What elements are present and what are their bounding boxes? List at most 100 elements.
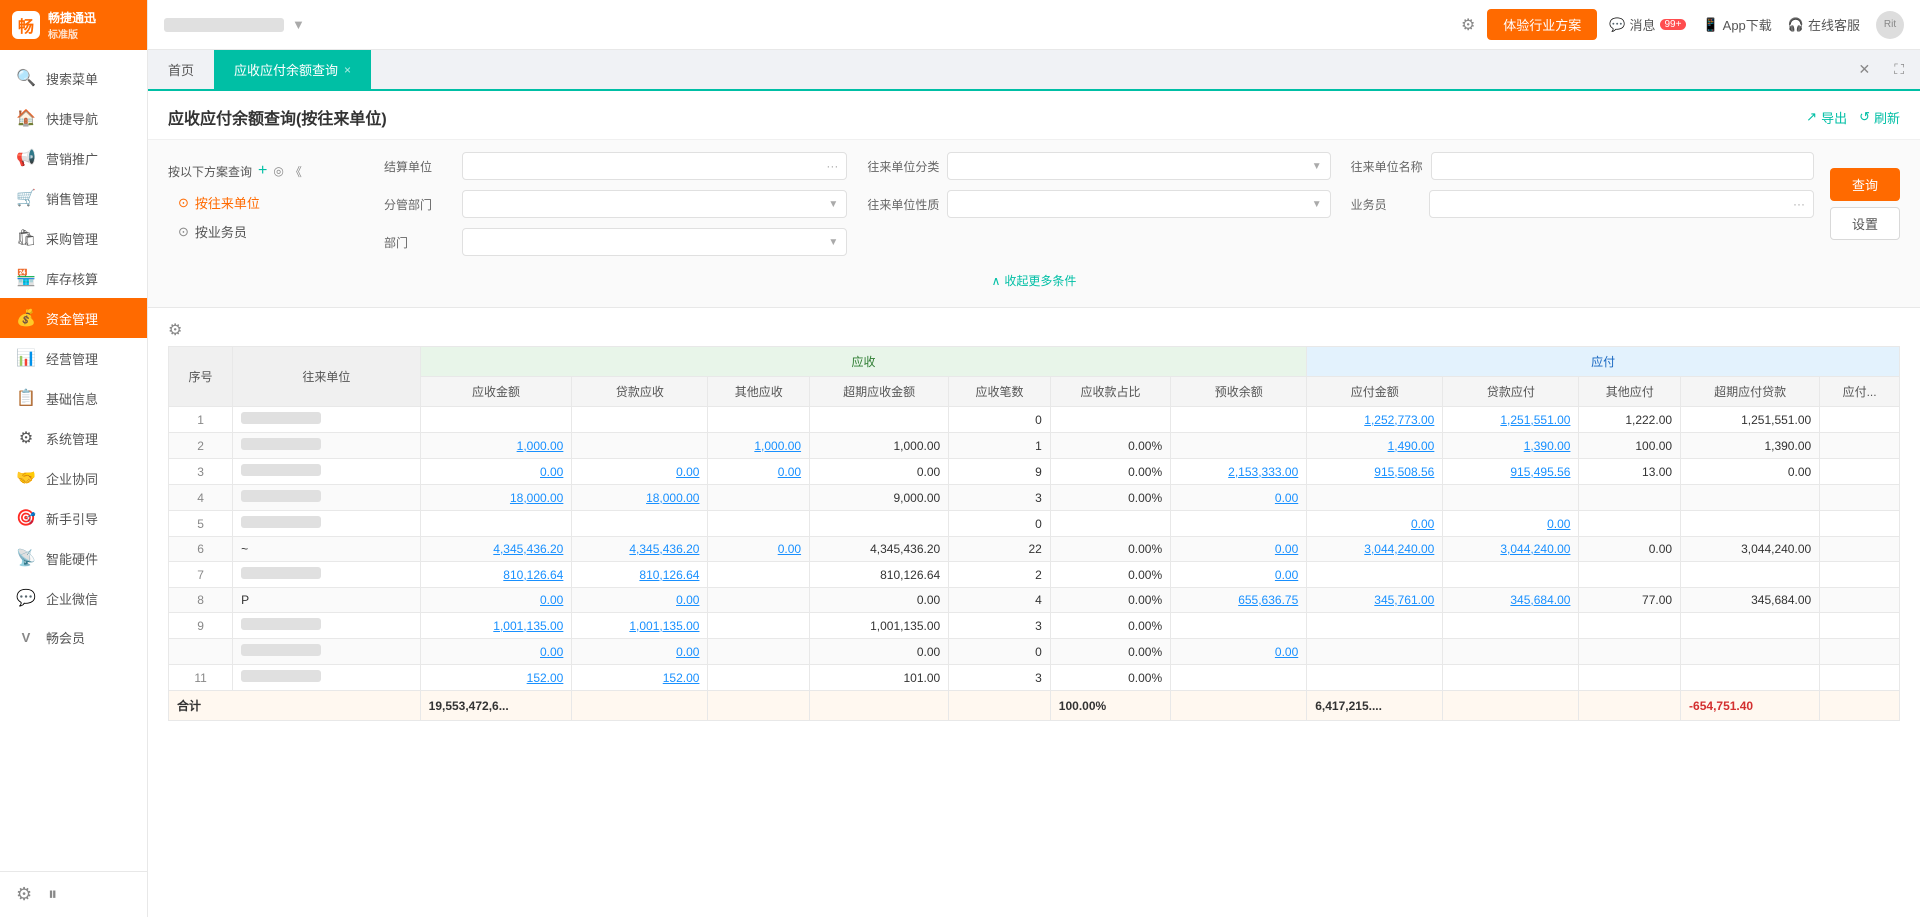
sidebar-item-inventory[interactable]: 🏪 库存核算 — [0, 258, 147, 298]
tab-active[interactable]: 应收应付余额查询 × — [214, 50, 371, 89]
col-ar-count: 应收笔数 — [949, 377, 1051, 407]
cell-ap-last — [1820, 459, 1900, 485]
cell-ap-other — [1579, 562, 1681, 588]
filter-scheme-header: 按以下方案查询 + ◎ 《 — [168, 162, 368, 180]
sidebar-item-basic[interactable]: 📋 基础信息 — [0, 378, 147, 418]
filter-area: 按以下方案查询 + ◎ 《 ⊙ 按往来单位 ⊙ 按业务员 — [148, 140, 1920, 308]
collapse-up-icon: ∧ — [992, 274, 1001, 288]
cell-unit — [233, 613, 421, 639]
set-button[interactable]: 设置 — [1830, 207, 1900, 240]
col-ar-prepay: 预收余额 — [1171, 377, 1307, 407]
sidebar-item-newbie[interactable]: 🎯 新手引导 — [0, 498, 147, 538]
vip-icon: V — [16, 630, 36, 645]
header-right: 💬 消息 99+ 📱 App下载 🎧 在线客服 Rit — [1609, 11, 1904, 39]
table-row: 8 P 0.00 0.00 0.00 4 0.00% 655,636.75 34… — [169, 588, 1900, 613]
cell-ap-last — [1820, 562, 1900, 588]
sidebar-item-hardware[interactable]: 📡 智能硬件 — [0, 538, 147, 578]
settlement-unit-input[interactable]: ··· — [462, 152, 847, 180]
cell-no: 8 — [169, 588, 233, 613]
footer-label: 合计 — [169, 691, 421, 721]
cell-ar-count: 9 — [949, 459, 1051, 485]
breadcrumb-dropdown-icon[interactable]: ▼ — [292, 17, 305, 32]
salesperson-input[interactable]: ··· — [1429, 190, 1814, 218]
table-footer-row: 合计 19,553,472,6... 100.00% 6,417,215.... — [169, 691, 1900, 721]
tab-home[interactable]: 首页 — [148, 50, 214, 89]
unit-type-input[interactable]: ▼ — [947, 190, 1330, 218]
refresh-button[interactable]: ↺ 刷新 — [1859, 108, 1900, 127]
col-unit: 往来单位 — [233, 347, 421, 407]
col-ap-other: 其他应付 — [1579, 377, 1681, 407]
scheme-options-icon[interactable]: ◎ — [273, 164, 283, 178]
message-button[interactable]: 💬 消息 99+ — [1609, 15, 1686, 34]
cell-ar-other — [708, 588, 810, 613]
service-icon: 🎧 — [1788, 17, 1804, 33]
cell-ap-amount — [1307, 562, 1443, 588]
cell-no: 2 — [169, 433, 233, 459]
cell-ar-amount: 4,345,436.20 — [420, 537, 572, 562]
cell-ar-count: 1 — [949, 433, 1051, 459]
cell-ap-last — [1820, 485, 1900, 511]
sidebar-item-marketing[interactable]: 📢 营销推广 — [0, 138, 147, 178]
field-unit-category: 往来单位分类 ▼ — [867, 152, 1330, 180]
export-button[interactable]: ↗ 导出 — [1806, 108, 1847, 127]
department-input[interactable]: ▼ — [462, 228, 847, 256]
sidebar-item-operation[interactable]: 📊 经营管理 — [0, 338, 147, 378]
sidebar-item-system[interactable]: ⚙ 系统管理 — [0, 418, 147, 458]
sidebar-menu: 🔍 搜索菜单 🏠 快捷导航 📢 营销推广 🛒 销售管理 🛍 采购管理 🏪 库存核… — [0, 50, 147, 871]
cell-ar-prepay: 0.00 — [1171, 639, 1307, 665]
tab-close-icon[interactable]: × — [344, 63, 351, 77]
message-icon: 💬 — [1609, 17, 1625, 33]
cell-ap-amount — [1307, 613, 1443, 639]
collapse-more-bar[interactable]: ∧ 收起更多条件 — [168, 266, 1900, 295]
cell-ap-overdue — [1681, 511, 1820, 537]
window-close-icon[interactable]: ✕ — [1850, 53, 1878, 86]
sidebar-item-finance[interactable]: 💰 资金管理 — [0, 298, 147, 338]
promo-button[interactable]: 体验行业方案 — [1487, 9, 1597, 40]
cell-ar-ratio: 0.00% — [1050, 537, 1170, 562]
window-expand-icon[interactable]: ⛶ — [1886, 53, 1912, 86]
unit-name-input[interactable] — [1431, 152, 1814, 180]
sidebar-item-purchase[interactable]: 🛍 采购管理 — [0, 218, 147, 258]
cell-ap-overdue — [1681, 562, 1820, 588]
cell-ap-loan: 915,495.56 — [1443, 459, 1579, 485]
table-gear-icon[interactable]: ⚙ — [168, 320, 182, 340]
cell-ar-other — [708, 613, 810, 639]
sidebar-item-vip[interactable]: V 畅会员 — [0, 618, 147, 657]
gear-icon[interactable]: ⚙ — [1461, 15, 1475, 35]
sidebar-item-quick-nav[interactable]: 🏠 快捷导航 — [0, 98, 147, 138]
cell-ap-overdue — [1681, 639, 1820, 665]
sidebar: 畅 畅捷通迅 标准版 🔍 搜索菜单 🏠 快捷导航 📢 营销推广 🛒 销售管理 🛍… — [0, 0, 148, 917]
cell-unit — [233, 639, 421, 665]
user-avatar[interactable]: Rit — [1876, 11, 1904, 39]
scheme-collapse-icon[interactable]: 《 — [290, 163, 302, 180]
cell-ar-loan: 0.00 — [572, 588, 708, 613]
sidebar-collapse-icon[interactable]: ⏸ — [48, 884, 57, 905]
cell-ar-count: 0 — [949, 511, 1051, 537]
cell-ar-amount — [420, 511, 572, 537]
app-download-button[interactable]: 📱 App下载 — [1702, 15, 1771, 34]
footer-ap-overdue: -654,751.40 — [1681, 691, 1820, 721]
finance-icon: 💰 — [16, 308, 36, 328]
filter-option-by-unit[interactable]: ⊙ 按往来单位 — [168, 188, 368, 217]
add-scheme-button[interactable]: + — [258, 162, 267, 180]
service-button[interactable]: 🎧 在线客服 — [1788, 15, 1860, 34]
col-ar-ratio: 应收款占比 — [1050, 377, 1170, 407]
dept-input[interactable]: ▼ — [462, 190, 847, 218]
dropdown-icon-3: ▼ — [1312, 199, 1322, 210]
unit-category-input[interactable]: ▼ — [947, 152, 1330, 180]
query-button[interactable]: 查询 — [1830, 168, 1900, 201]
sidebar-item-wechat[interactable]: 💬 企业微信 — [0, 578, 147, 618]
sidebar-item-search[interactable]: 🔍 搜索菜单 — [0, 58, 147, 98]
sidebar-item-enterprise[interactable]: 🤝 企业协同 — [0, 458, 147, 498]
field-department: 部门 ▼ — [384, 228, 847, 256]
table-row: 3 0.00 0.00 0.00 0.00 9 0.00% 2,153,333.… — [169, 459, 1900, 485]
sidebar-settings-icon[interactable]: ⚙ — [16, 884, 32, 905]
cell-ar-amount: 1,000.00 — [420, 433, 572, 459]
sidebar-item-sales[interactable]: 🛒 销售管理 — [0, 178, 147, 218]
cell-ap-overdue: 0.00 — [1681, 459, 1820, 485]
cell-ar-ratio: 0.00% — [1050, 665, 1170, 691]
cell-unit: P — [233, 588, 421, 613]
filter-option-by-employee[interactable]: ⊙ 按业务员 — [168, 217, 368, 246]
page-title-bar: 应收应付余额查询(按往来单位) ↗ 导出 ↺ 刷新 — [148, 91, 1920, 140]
cell-no: 6 — [169, 537, 233, 562]
